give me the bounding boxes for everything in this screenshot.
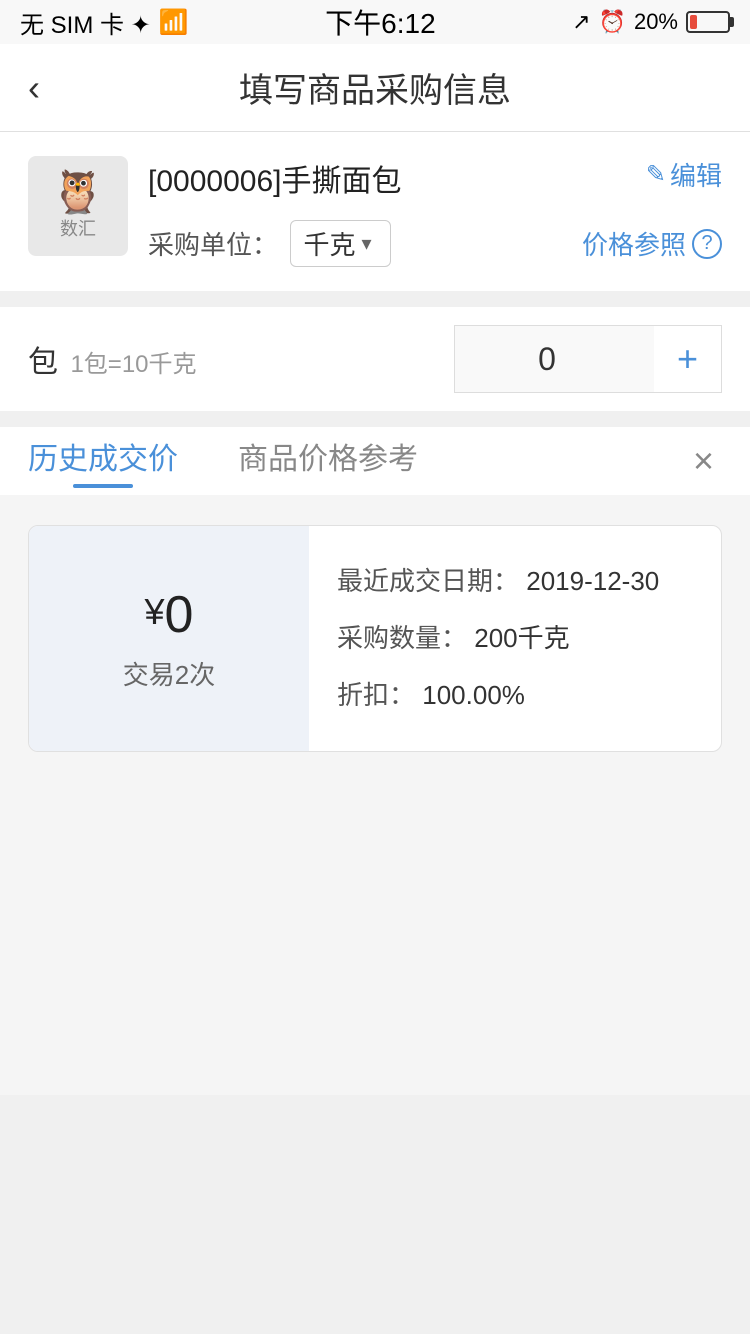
location-icon: ↗ bbox=[572, 9, 590, 35]
unit-select[interactable]: 千克 ▾ bbox=[290, 220, 390, 267]
tabs-row: 历史成交价 商品价格参考 × bbox=[0, 411, 750, 495]
qty-conversion: 1包=10千克 bbox=[70, 351, 196, 378]
history-card: ¥0 交易2次 最近成交日期： 2019-12-30 采购数量： 200千克 折… bbox=[28, 525, 722, 752]
product-top: 🦉 数汇 [0000006]手撕面包 ✎ 编辑 采购单位： 千克 ▾ bbox=[28, 156, 722, 267]
nav-bar: ‹ 填写商品采购信息 bbox=[0, 44, 750, 132]
purchase-qty-label: 采购数量： bbox=[337, 623, 467, 653]
quantity-plus-button[interactable]: + bbox=[654, 325, 722, 393]
tabs-left: 历史成交价 商品价格参考 bbox=[28, 434, 418, 488]
status-bar: 无 SIM 卡 ✦ 📶 下午6:12 ↗ ⏰ 20% bbox=[0, 0, 750, 44]
qty-unit-tag: 包 bbox=[28, 346, 58, 379]
status-left: 无 SIM 卡 ✦ 📶 bbox=[20, 5, 189, 40]
purchase-qty-row: 采购数量： 200千克 bbox=[337, 619, 693, 658]
price-value: 0 bbox=[165, 586, 194, 644]
tab-price-ref[interactable]: 商品价格参考 bbox=[238, 434, 418, 488]
unit-value: 千克 bbox=[303, 225, 355, 262]
tab-history-price[interactable]: 历史成交价 bbox=[28, 434, 178, 488]
history-price: ¥0 bbox=[145, 585, 194, 645]
sim-status: 无 SIM 卡 ✦ bbox=[20, 5, 151, 40]
battery-icon bbox=[686, 11, 730, 33]
page-title: 填写商品采购信息 bbox=[239, 63, 511, 112]
price-ref-label: 价格参照 bbox=[582, 225, 686, 262]
edit-icon: ✎ bbox=[646, 160, 666, 189]
qty-controls: + bbox=[454, 325, 722, 393]
edit-label: 编辑 bbox=[670, 156, 722, 193]
history-details: 最近成交日期： 2019-12-30 采购数量： 200千克 折扣： 100.0… bbox=[309, 526, 721, 751]
status-right: ↗ ⏰ 20% bbox=[572, 9, 730, 35]
discount-value: 100.00% bbox=[422, 680, 525, 710]
discount-row: 折扣： 100.00% bbox=[337, 676, 693, 715]
qty-label-area: 包 1包=10千克 bbox=[28, 337, 197, 381]
trade-count: 交易2次 bbox=[123, 655, 215, 692]
currency-symbol: ¥ bbox=[145, 591, 165, 632]
history-content: ¥0 交易2次 最近成交日期： 2019-12-30 采购数量： 200千克 折… bbox=[0, 495, 750, 1095]
product-header: [0000006]手撕面包 ✎ 编辑 bbox=[148, 156, 722, 200]
alarm-icon: ⏰ bbox=[599, 9, 626, 35]
battery-percent: 20% bbox=[634, 9, 678, 35]
price-ref-button[interactable]: 价格参照 ? bbox=[582, 225, 722, 262]
edit-button[interactable]: ✎ 编辑 bbox=[646, 156, 722, 193]
unit-area: 采购单位： 千克 ▾ bbox=[148, 220, 391, 267]
recent-date-value: 2019-12-30 bbox=[526, 566, 659, 596]
quantity-row: 包 1包=10千克 + bbox=[0, 291, 750, 411]
close-button[interactable]: × bbox=[685, 432, 722, 490]
wifi-icon: 📶 bbox=[159, 8, 189, 37]
history-price-area: ¥0 交易2次 bbox=[29, 526, 309, 751]
status-time: 下午6:12 bbox=[325, 2, 436, 42]
quantity-input[interactable] bbox=[454, 325, 654, 393]
back-button[interactable]: ‹ bbox=[28, 67, 40, 109]
product-name: [0000006]手撕面包 bbox=[148, 156, 646, 200]
product-logo-sub: 数汇 bbox=[60, 215, 96, 241]
chevron-down-icon: ▾ bbox=[361, 231, 371, 256]
product-unit-row: 采购单位： 千克 ▾ 价格参照 ? bbox=[148, 220, 722, 267]
product-info: [0000006]手撕面包 ✎ 编辑 采购单位： 千克 ▾ 价格参照 ? bbox=[148, 156, 722, 267]
info-icon: ? bbox=[692, 229, 722, 259]
recent-date-row: 最近成交日期： 2019-12-30 bbox=[337, 562, 693, 601]
discount-label: 折扣： bbox=[337, 680, 415, 710]
product-card: 🦉 数汇 [0000006]手撕面包 ✎ 编辑 采购单位： 千克 ▾ bbox=[0, 132, 750, 291]
recent-date-label: 最近成交日期： bbox=[337, 566, 519, 596]
product-logo-icon: 🦉 bbox=[52, 171, 104, 213]
unit-label: 采购单位： bbox=[148, 230, 278, 260]
product-image: 🦉 数汇 bbox=[28, 156, 128, 256]
purchase-qty-value: 200千克 bbox=[474, 623, 569, 653]
